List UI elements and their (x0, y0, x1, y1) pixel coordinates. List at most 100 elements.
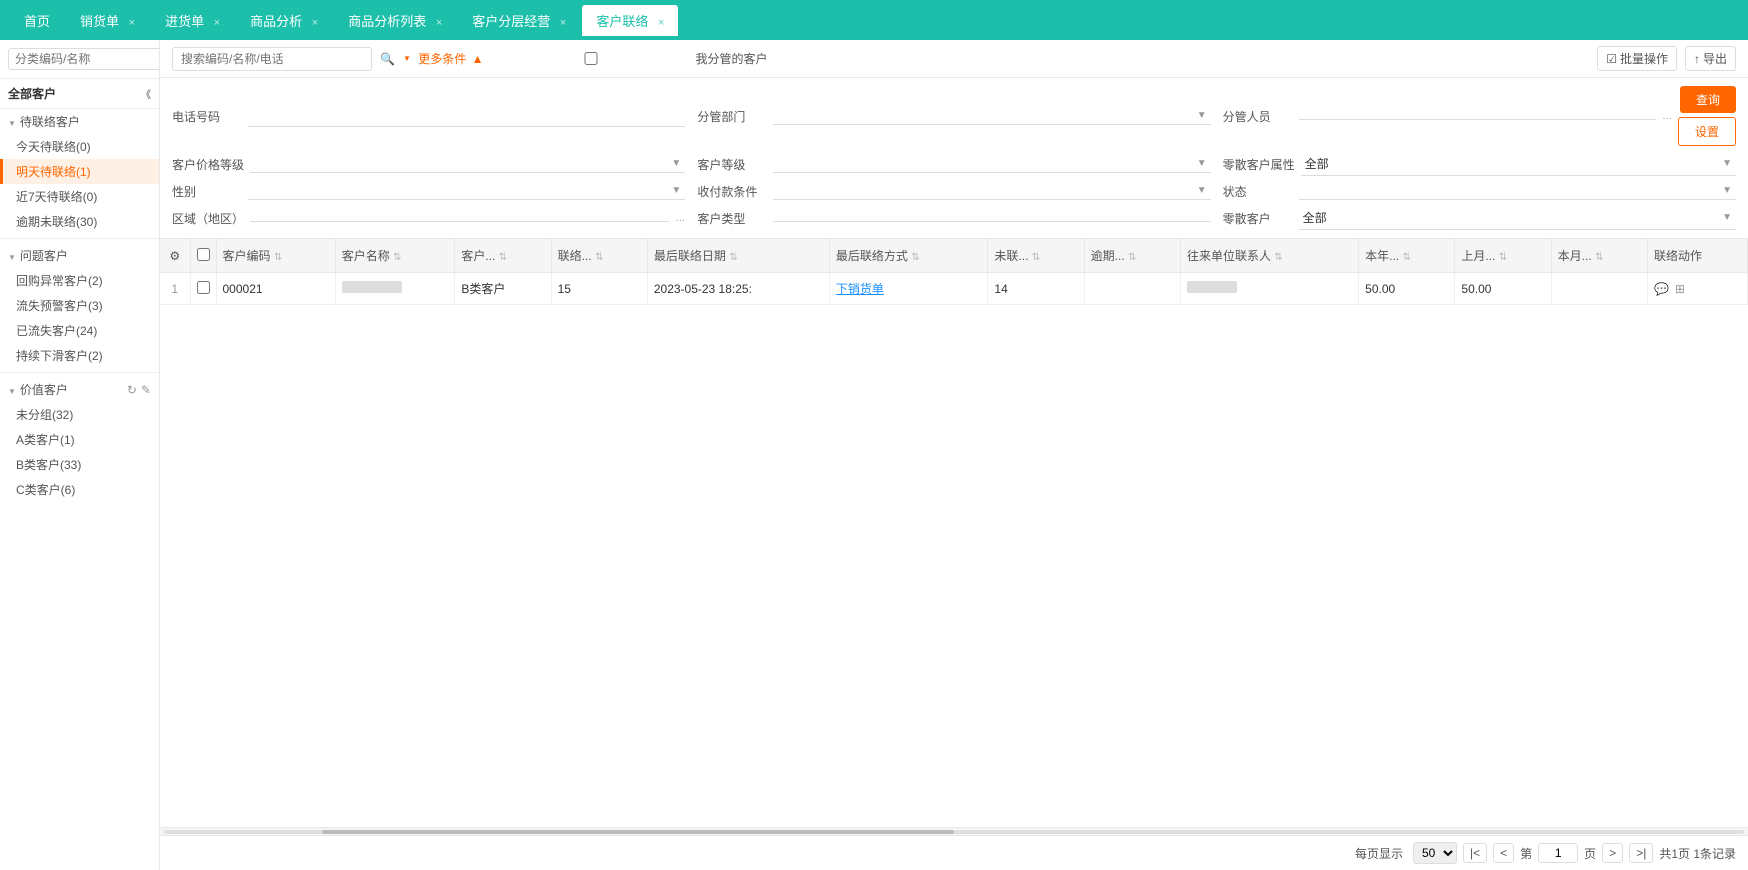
row-last-month: 50.00 (1455, 273, 1551, 305)
nav-product-list-close[interactable]: × (436, 17, 442, 29)
col-this-month[interactable]: 本月... ⇅ (1551, 239, 1647, 273)
row-last-date: 2023-05-23 18:25: (647, 273, 829, 305)
sidebar-lost-customers[interactable]: 已流失客户(24) (0, 318, 159, 343)
sidebar-tomorrow-contact[interactable]: 明天待联络(1) (0, 159, 159, 184)
nav-product-analysis-list[interactable]: 商品分析列表 × (334, 5, 456, 36)
nav-tier-close[interactable]: × (560, 17, 566, 29)
nav-sales[interactable]: 销货单 × (66, 5, 149, 36)
nav-purchase[interactable]: 进货单 × (151, 5, 234, 36)
sidebar-c-class[interactable]: C类客户(6) (0, 477, 159, 502)
per-page-select[interactable]: 50 (1413, 842, 1457, 864)
col-last-date[interactable]: 最后联络日期 ⇅ (647, 239, 829, 273)
query-button[interactable]: 查询 (1680, 86, 1736, 113)
my-customers-checkbox-label[interactable]: 我分管的客户 (491, 50, 767, 67)
sidebar-overdue-contact[interactable]: 逾期未联络(30) (0, 209, 159, 234)
filter-person-select[interactable] (1299, 113, 1656, 120)
sidebar-a-class[interactable]: A类客户(1) (0, 427, 159, 452)
nav-product-analysis-close[interactable]: × (312, 17, 318, 29)
top-nav: 首页 销货单 × 进货单 × 商品分析 × 商品分析列表 × 客户分层经营 × … (0, 0, 1748, 40)
col-uncontacted[interactable]: 未联... ⇅ (988, 239, 1084, 273)
filter-retail-customer-select[interactable]: 全部 ▼ (1299, 206, 1736, 230)
nav-customer-tier[interactable]: 客户分层经营 × (458, 5, 580, 36)
select-all-checkbox[interactable] (197, 248, 210, 261)
filter-retail-attr-select[interactable]: 全部 ▼ (1301, 152, 1736, 176)
row-last-method-link[interactable]: 下销货单 (836, 282, 884, 296)
page-unit-text: 页 (1584, 845, 1596, 862)
row-checkbox-cell[interactable] (190, 273, 216, 305)
sidebar-problem-group[interactable]: 问题客户 (0, 243, 159, 268)
row-index: 1 (160, 273, 190, 305)
col-gear[interactable]: ⚙ (160, 239, 190, 273)
filter-customer-type-select[interactable] (773, 215, 1210, 222)
sidebar-collapse-icon[interactable]: 《 (141, 86, 151, 101)
value-group-icon-edit[interactable]: ✎ (141, 383, 151, 397)
row-checkbox[interactable] (197, 281, 210, 294)
col-last-method[interactable]: 最后联络方式 ⇅ (829, 239, 988, 273)
sidebar-today-contact[interactable]: 今天待联络(0) (0, 134, 159, 159)
action-comment-icon[interactable]: 💬 (1654, 282, 1669, 296)
row-last-method[interactable]: 下销货单 (829, 273, 988, 305)
filter-dept-select[interactable]: ▼ (773, 107, 1210, 125)
more-filters-btn[interactable]: 更多条件 ▲ (403, 50, 484, 67)
sidebar-pending-group[interactable]: 待联络客户 (0, 109, 159, 134)
horizontal-scrollbar[interactable] (160, 827, 1748, 835)
row-overdue (1084, 273, 1180, 305)
filter-price-level-select[interactable]: ▼ (250, 155, 685, 173)
my-customers-checkbox[interactable] (491, 52, 691, 65)
nav-sales-close[interactable]: × (129, 17, 135, 29)
page-next-btn[interactable]: > (1602, 843, 1623, 863)
last-month-sort-icon: ⇅ (1499, 252, 1507, 263)
page-number-input[interactable] (1538, 843, 1578, 863)
sidebar-b-class[interactable]: B类客户(33) (0, 452, 159, 477)
filter-payment-select[interactable]: ▼ (773, 182, 1210, 200)
col-type[interactable]: 客户... ⇅ (455, 239, 551, 273)
sidebar-search-input[interactable] (8, 48, 160, 70)
filter-region-more[interactable]: … (675, 213, 685, 224)
filter-region-select[interactable] (250, 215, 669, 222)
set-button[interactable]: 设置 (1678, 117, 1736, 146)
nav-purchase-close[interactable]: × (214, 17, 220, 29)
col-code[interactable]: 客户编码 ⇅ (216, 239, 335, 273)
value-group-icon-refresh[interactable]: ↻ (127, 383, 137, 397)
col-checkbox[interactable] (190, 239, 216, 273)
batch-op-btn[interactable]: ☑ 批量操作 (1597, 46, 1677, 71)
nav-product-analysis[interactable]: 商品分析 × (236, 5, 332, 36)
filter-payment-label: 收付款条件 (697, 183, 767, 200)
export-btn[interactable]: ↑ 导出 (1685, 46, 1736, 71)
nav-contact-close[interactable]: × (658, 17, 664, 29)
col-contact[interactable]: 联络... ⇅ (551, 239, 647, 273)
row-name (335, 273, 455, 305)
sidebar-ungrouped[interactable]: 未分组(32) (0, 402, 159, 427)
sidebar-value-group[interactable]: 价值客户 ↻ ✎ (0, 377, 159, 402)
filter-retail-attr-value: 全部 (1305, 155, 1329, 172)
sidebar-loss-warning[interactable]: 流失预警客户(3) (0, 293, 159, 318)
sidebar-repurchase-abnormal[interactable]: 回购异常客户(2) (0, 268, 159, 293)
sidebar-7day-contact[interactable]: 近7天待联络(0) (0, 184, 159, 209)
col-contacts[interactable]: 往来单位联系人 ⇅ (1180, 239, 1358, 273)
filter-customer-level-select[interactable]: ▼ (773, 155, 1210, 173)
filter-gender-select[interactable]: ▼ (248, 182, 685, 200)
scrollbar-thumb[interactable] (322, 830, 954, 834)
col-action[interactable]: 联络动作 (1647, 239, 1747, 273)
filter-payment-row: 收付款条件 ▼ (697, 182, 1210, 200)
filter-status-select[interactable]: ▼ (1299, 182, 1736, 200)
col-overdue[interactable]: 逾期... ⇅ (1084, 239, 1180, 273)
action-grid-icon[interactable]: ⊞ (1675, 282, 1685, 296)
sidebar-all-customers[interactable]: 全部客户 《 (0, 79, 159, 109)
col-this-year[interactable]: 本年... ⇅ (1359, 239, 1455, 273)
page-first-btn[interactable]: |< (1463, 843, 1487, 863)
sidebar-declining-customers[interactable]: 持续下滑客户(2) (0, 343, 159, 368)
page-prev-btn[interactable]: < (1493, 843, 1514, 863)
search-input[interactable] (172, 47, 372, 71)
col-name[interactable]: 客户名称 ⇅ (335, 239, 455, 273)
payment-caret-icon: ▼ (1197, 185, 1207, 196)
filter-search-icon[interactable]: 🔍 (380, 52, 395, 66)
nav-home[interactable]: 首页 (10, 5, 64, 36)
nav-customer-contact[interactable]: 客户联络 × (582, 5, 678, 36)
filter-phone-input[interactable] (248, 106, 685, 127)
filter-person-more[interactable]: … (1662, 111, 1672, 122)
page-last-btn[interactable]: >| (1629, 843, 1653, 863)
export-icon: ↑ (1694, 52, 1700, 66)
col-last-month[interactable]: 上月... ⇅ (1455, 239, 1551, 273)
row-contact: 15 (551, 273, 647, 305)
